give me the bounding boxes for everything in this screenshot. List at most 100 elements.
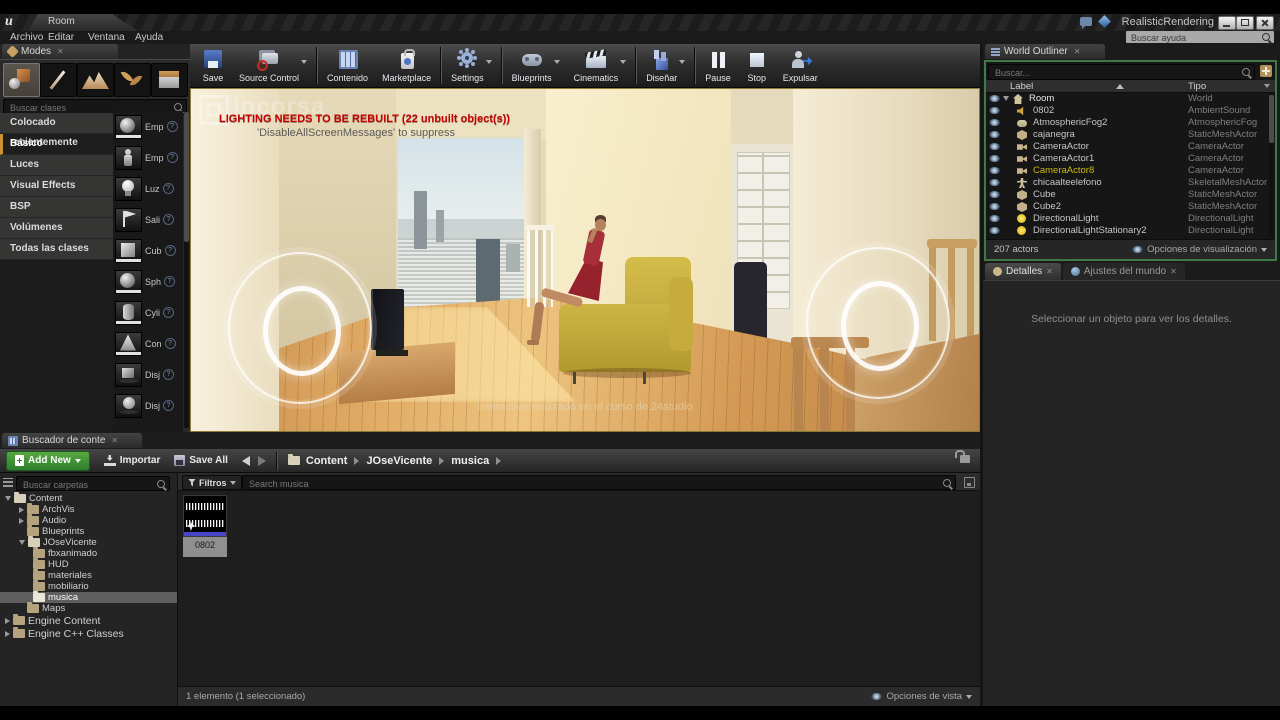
blueprints-button[interactable]: Blueprints <box>505 44 567 87</box>
tab-content-browser[interactable]: Buscador de conte ✕ <box>2 433 142 448</box>
cinematics-button[interactable]: Cinematics <box>567 44 634 87</box>
mode-geometry-button[interactable] <box>151 63 188 97</box>
visibility-eye-icon[interactable] <box>989 203 1000 210</box>
back-arrow-icon[interactable] <box>241 455 250 466</box>
category-visual-effects[interactable]: Visual Effects <box>0 176 113 197</box>
visibility-eye-icon[interactable] <box>989 107 1000 114</box>
help-icon[interactable]: ? <box>163 400 174 411</box>
visibility-eye-icon[interactable] <box>989 215 1000 222</box>
tab-world-outliner[interactable]: World Outliner ✕ <box>985 44 1105 59</box>
visibility-eye-icon[interactable] <box>989 155 1000 162</box>
level-tab[interactable]: Room <box>28 14 138 31</box>
visibility-eye-icon[interactable] <box>989 131 1000 138</box>
outliner-row-directionallightstationary2[interactable]: DirectionalLightStationary2 DirectionalLi… <box>986 225 1268 237</box>
menu-ayuda[interactable]: Ayuda <box>135 31 163 44</box>
feedback-icon[interactable] <box>1080 17 1092 29</box>
expander-icon[interactable] <box>5 630 10 637</box>
category-lights[interactable]: Luces <box>0 155 113 176</box>
content-browser-button[interactable]: Contenido <box>320 44 375 87</box>
chevron-down-icon[interactable] <box>301 59 308 64</box>
expander-icon[interactable] <box>5 617 10 624</box>
save-button[interactable]: Save <box>194 44 232 87</box>
outliner-row-cameraactor8[interactable]: CameraActor8 CameraActor <box>986 165 1268 177</box>
expander-icon[interactable] <box>19 517 24 524</box>
place-item-box-trigger[interactable]: Disj? <box>113 359 183 390</box>
help-icon[interactable]: ? <box>163 369 174 380</box>
scrollbar-thumb[interactable] <box>184 112 189 242</box>
visibility-eye-icon[interactable] <box>989 95 1000 102</box>
scrollbar[interactable] <box>1269 93 1274 237</box>
outliner-row-cube[interactable]: Cube StaticMeshActor <box>986 189 1268 201</box>
visibility-eye-icon[interactable] <box>989 227 1000 234</box>
expander-icon[interactable] <box>19 540 25 545</box>
place-item-light[interactable]: Luz? <box>113 173 183 204</box>
outliner-row-cube2[interactable]: Cube2 StaticMeshActor <box>986 201 1268 213</box>
source-control-button[interactable]: Source Control <box>232 44 314 87</box>
play-mode-button[interactable]: Diseñar <box>639 44 692 87</box>
tree-item-fbxanimado[interactable]: fbxanimado <box>0 547 177 559</box>
forward-arrow-icon[interactable] <box>257 455 266 466</box>
folders-search-input[interactable] <box>21 477 155 492</box>
type-filter-icon[interactable] <box>1264 84 1270 88</box>
outliner-search-input[interactable] <box>993 65 1240 81</box>
mode-foliage-button[interactable] <box>114 63 151 97</box>
stop-button[interactable]: Stop <box>738 44 776 87</box>
close-button[interactable] <box>1256 16 1274 30</box>
tree-item-hud[interactable]: HUD <box>0 558 177 570</box>
tree-item-engine-content[interactable]: Engine Content <box>0 614 177 627</box>
close-icon[interactable]: ✕ <box>1046 267 1053 276</box>
place-item-sphere[interactable]: Sph? <box>113 266 183 297</box>
settings-button[interactable]: Settings <box>444 44 499 87</box>
help-icon[interactable]: ? <box>164 276 176 287</box>
expander-icon[interactable] <box>5 496 11 501</box>
breadcrumb-content[interactable]: Content <box>306 455 348 467</box>
place-item-cylinder[interactable]: Cyli? <box>113 297 183 328</box>
tree-item-blueprints[interactable]: Blueprints <box>0 525 177 537</box>
sources-toggle-icon[interactable] <box>3 478 13 487</box>
tree-item-maps[interactable]: Maps <box>0 602 177 614</box>
category-all-classes[interactable]: Todas las clases <box>0 239 113 260</box>
column-type[interactable]: Tipo <box>1188 81 1206 92</box>
filters-button[interactable]: Filtros <box>182 475 242 490</box>
place-item-empty-character[interactable]: Emp? <box>113 142 183 173</box>
help-icon[interactable]: ? <box>164 245 176 256</box>
mode-paint-button[interactable] <box>40 63 77 97</box>
expander-icon[interactable] <box>19 506 24 513</box>
visibility-eye-icon[interactable] <box>989 119 1000 126</box>
column-label[interactable]: Label <box>1010 81 1033 92</box>
outliner-row-cameraactor1[interactable]: CameraActor1 CameraActor <box>986 153 1268 165</box>
level-viewport[interactable]: incorsa LIGHTING NEEDS TO BE REBUILT (22… <box>190 88 980 432</box>
mode-place-button[interactable] <box>3 63 40 97</box>
visibility-eye-icon[interactable] <box>989 179 1000 186</box>
chevron-down-icon[interactable] <box>679 59 686 64</box>
tab-details[interactable]: Detalles ✕ <box>985 263 1061 280</box>
outliner-row-0802[interactable]: 0802 AmbientSound <box>986 105 1268 117</box>
breadcrumb-musica[interactable]: musica <box>451 455 489 467</box>
breadcrumb-josevicente[interactable]: JOseVicente <box>366 455 432 467</box>
tab-modes[interactable]: Modes ✕ <box>2 44 118 59</box>
asset-search[interactable] <box>242 475 956 491</box>
folders-search[interactable] <box>16 476 170 492</box>
outliner-row-directionallight[interactable]: DirectionalLight DirectionalLight <box>986 213 1268 225</box>
visibility-eye-icon[interactable] <box>989 167 1000 174</box>
help-icon[interactable]: ? <box>166 152 178 163</box>
save-all-button[interactable]: Save All <box>174 455 228 466</box>
add-filter-icon[interactable] <box>1260 65 1272 77</box>
asset-tile-0802[interactable]: 0802 <box>183 495 227 557</box>
scrollbar-thumb[interactable] <box>1269 95 1274 143</box>
scrollbar[interactable] <box>184 112 189 428</box>
tree-item-josevicente[interactable]: JOseVicente <box>0 536 177 548</box>
category-volumes[interactable]: Volúmenes <box>0 218 113 239</box>
crash-reporter-icon[interactable] <box>1098 15 1111 28</box>
lock-icon[interactable] <box>955 450 970 463</box>
expander-icon[interactable] <box>1003 96 1009 101</box>
close-icon[interactable]: ✕ <box>1074 47 1081 56</box>
help-icon[interactable]: ? <box>162 183 174 194</box>
add-new-button[interactable]: Add New <box>6 450 90 471</box>
place-item-cube[interactable]: Cub? <box>113 235 183 266</box>
mode-landscape-button[interactable] <box>77 63 114 97</box>
help-search[interactable] <box>1126 31 1274 45</box>
close-icon[interactable]: ✕ <box>111 436 118 445</box>
outliner-row-cameraactor[interactable]: CameraActor CameraActor <box>986 141 1268 153</box>
help-icon[interactable]: ? <box>163 214 175 225</box>
